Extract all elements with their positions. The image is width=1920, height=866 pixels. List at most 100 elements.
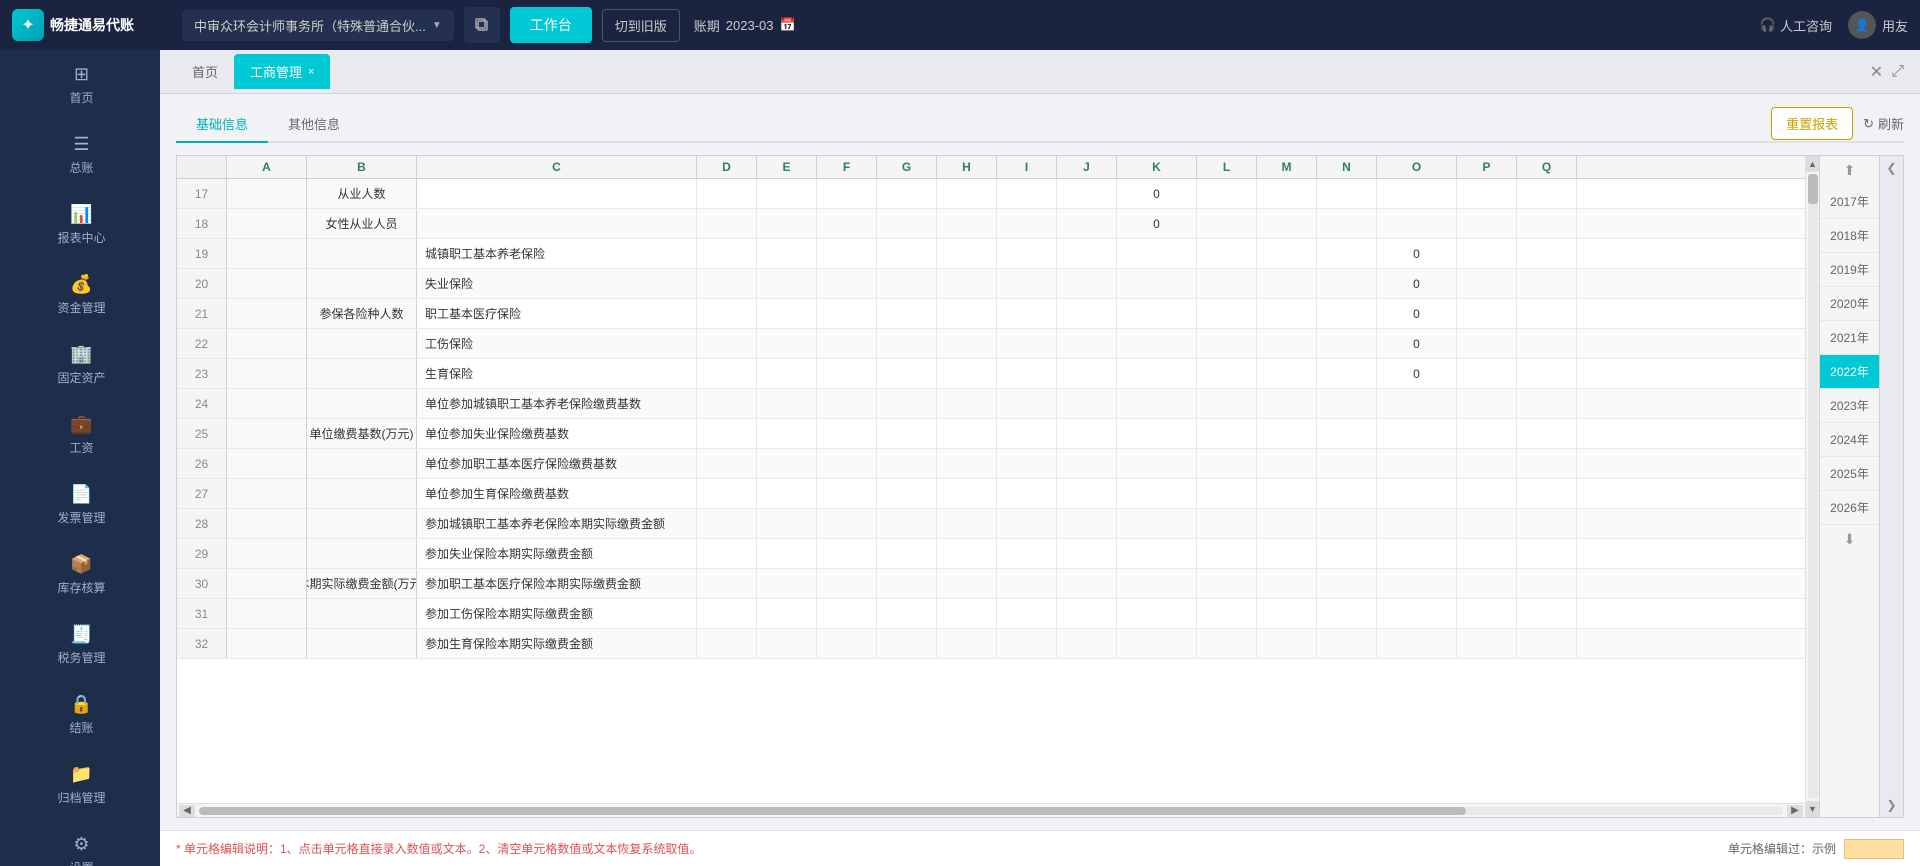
cell-26-f[interactable] (817, 449, 877, 478)
cell-23-m[interactable] (1257, 359, 1317, 388)
cell-31-p[interactable] (1457, 599, 1517, 628)
cell-17-o[interactable] (1377, 179, 1457, 208)
sidebar-item-finance[interactable]: 💰资金管理 (0, 260, 160, 330)
cell-21-e[interactable] (757, 299, 817, 328)
cell-32-k[interactable] (1117, 629, 1197, 658)
cell-29-b[interactable] (307, 539, 417, 568)
cell-26-b[interactable] (307, 449, 417, 478)
cell-19-g[interactable] (877, 239, 937, 268)
cell-19-e[interactable] (757, 239, 817, 268)
year-item-2021年[interactable]: 2021年 (1820, 321, 1879, 355)
cell-28-p[interactable] (1457, 509, 1517, 538)
cell-19-m[interactable] (1257, 239, 1317, 268)
cell-19-k[interactable] (1117, 239, 1197, 268)
cell-28-e[interactable] (757, 509, 817, 538)
cell-22-h[interactable] (937, 329, 997, 358)
cell-30-a[interactable] (227, 569, 307, 598)
cell-23-l[interactable] (1197, 359, 1257, 388)
cell-30-g[interactable] (877, 569, 937, 598)
cell-19-h[interactable] (937, 239, 997, 268)
cell-23-j[interactable] (1057, 359, 1117, 388)
table-row[interactable]: 24单位参加城镇职工基本养老保险缴费基数 (177, 389, 1805, 419)
cell-32-a[interactable] (227, 629, 307, 658)
cell-23-d[interactable] (697, 359, 757, 388)
cell-26-c[interactable]: 单位参加职工基本医疗保险缴费基数 (417, 449, 697, 478)
cell-26-l[interactable] (1197, 449, 1257, 478)
cell-25-p[interactable] (1457, 419, 1517, 448)
cell-25-g[interactable] (877, 419, 937, 448)
cell-17-j[interactable] (1057, 179, 1117, 208)
copy-button[interactable] (464, 7, 500, 43)
cell-22-m[interactable] (1257, 329, 1317, 358)
cell-31-e[interactable] (757, 599, 817, 628)
cell-24-i[interactable] (997, 389, 1057, 418)
cell-25-j[interactable] (1057, 419, 1117, 448)
cell-21-l[interactable] (1197, 299, 1257, 328)
cell-32-n[interactable] (1317, 629, 1377, 658)
cell-32-d[interactable] (697, 629, 757, 658)
cell-23-k[interactable] (1117, 359, 1197, 388)
table-row[interactable]: 21参保各险种人数职工基本医疗保险0 (177, 299, 1805, 329)
sidebar-item-invoice[interactable]: 📄发票管理 (0, 470, 160, 540)
cell-23-p[interactable] (1457, 359, 1517, 388)
sheet-body[interactable]: 17从业人数018女性从业人员019城镇职工基本养老保险020失业保险021参保… (177, 179, 1805, 803)
cell-27-d[interactable] (697, 479, 757, 508)
cell-29-n[interactable] (1317, 539, 1377, 568)
cell-20-q[interactable] (1517, 269, 1577, 298)
close-tab-button[interactable]: ✕ (1870, 62, 1883, 82)
sub-tab-other[interactable]: 其他信息 (268, 106, 360, 143)
cell-28-i[interactable] (997, 509, 1057, 538)
cell-20-j[interactable] (1057, 269, 1117, 298)
cell-29-j[interactable] (1057, 539, 1117, 568)
cell-26-p[interactable] (1457, 449, 1517, 478)
cell-23-a[interactable] (227, 359, 307, 388)
cell-23-q[interactable] (1517, 359, 1577, 388)
cell-18-l[interactable] (1197, 209, 1257, 238)
cell-19-l[interactable] (1197, 239, 1257, 268)
cell-25-h[interactable] (937, 419, 997, 448)
cell-26-q[interactable] (1517, 449, 1577, 478)
cell-28-o[interactable] (1377, 509, 1457, 538)
cell-18-m[interactable] (1257, 209, 1317, 238)
year-item-2019年[interactable]: 2019年 (1820, 253, 1879, 287)
cell-29-f[interactable] (817, 539, 877, 568)
cell-19-o[interactable]: 0 (1377, 239, 1457, 268)
cell-29-l[interactable] (1197, 539, 1257, 568)
table-row[interactable]: 18女性从业人员0 (177, 209, 1805, 239)
cell-17-a[interactable] (227, 179, 307, 208)
cell-28-g[interactable] (877, 509, 937, 538)
cell-30-n[interactable] (1317, 569, 1377, 598)
cell-22-j[interactable] (1057, 329, 1117, 358)
cell-23-e[interactable] (757, 359, 817, 388)
cell-25-o[interactable] (1377, 419, 1457, 448)
year-item-2020年[interactable]: 2020年 (1820, 287, 1879, 321)
year-item-2018年[interactable]: 2018年 (1820, 219, 1879, 253)
cell-31-k[interactable] (1117, 599, 1197, 628)
cell-17-q[interactable] (1517, 179, 1577, 208)
cell-24-p[interactable] (1457, 389, 1517, 418)
sidebar-item-tax[interactable]: 🧾税务管理 (0, 610, 160, 680)
cell-30-d[interactable] (697, 569, 757, 598)
sidebar-item-archive[interactable]: 📁归档管理 (0, 750, 160, 820)
cell-17-i[interactable] (997, 179, 1057, 208)
cell-19-f[interactable] (817, 239, 877, 268)
cell-19-b[interactable] (307, 239, 417, 268)
cell-26-h[interactable] (937, 449, 997, 478)
year-item-2023年[interactable]: 2023年 (1820, 389, 1879, 423)
cell-20-c[interactable]: 失业保险 (417, 269, 697, 298)
cell-31-i[interactable] (997, 599, 1057, 628)
cell-31-o[interactable] (1377, 599, 1457, 628)
cell-20-p[interactable] (1457, 269, 1517, 298)
cell-24-l[interactable] (1197, 389, 1257, 418)
sidebar-item-inventory[interactable]: 📦库存核算 (0, 540, 160, 610)
cell-17-m[interactable] (1257, 179, 1317, 208)
cell-18-i[interactable] (997, 209, 1057, 238)
cell-18-h[interactable] (937, 209, 997, 238)
cell-20-b[interactable] (307, 269, 417, 298)
cell-32-m[interactable] (1257, 629, 1317, 658)
cell-27-o[interactable] (1377, 479, 1457, 508)
tab-close-icon[interactable]: × (308, 66, 314, 78)
cell-29-h[interactable] (937, 539, 997, 568)
cell-28-c[interactable]: 参加城镇职工基本养老保险本期实际缴费金额 (417, 509, 697, 538)
cell-24-g[interactable] (877, 389, 937, 418)
